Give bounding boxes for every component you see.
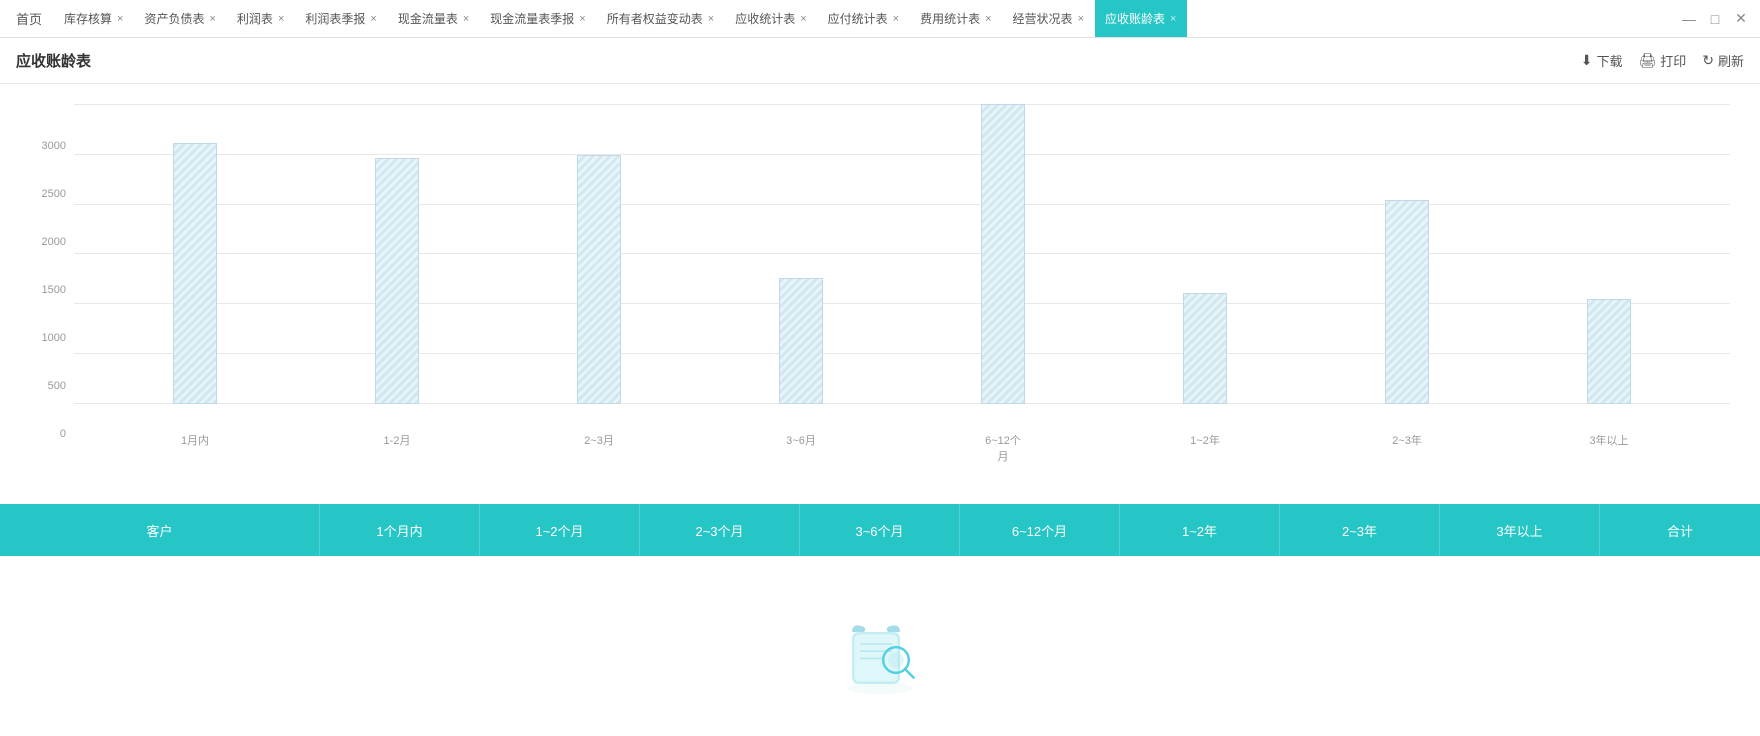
print-icon: 🖨 — [1638, 52, 1656, 69]
tab-profit[interactable]: 利润表 × — [227, 0, 295, 38]
close-icon[interactable]: × — [985, 13, 991, 25]
bar-5 — [1183, 293, 1227, 404]
x-label-2: 2~3月 — [577, 432, 621, 464]
th-2: 1~2个月 — [480, 504, 640, 556]
x-label-5: 1~2年 — [1183, 432, 1227, 464]
close-icon[interactable]: × — [370, 13, 376, 25]
tab-ar-aging[interactable]: 应收账龄表 × — [1095, 0, 1187, 38]
close-icon[interactable]: × — [463, 13, 469, 25]
th-1: 1个月内 — [320, 504, 480, 556]
close-icon[interactable]: × — [579, 13, 585, 25]
close-icon[interactable]: × — [209, 13, 215, 25]
th-5: 6~12个月 — [960, 504, 1120, 556]
header-actions: ⬇ 下载 🖨 打印 ↻ 刷新 — [1581, 51, 1744, 70]
y-label-3000: 3000 — [30, 140, 66, 152]
print-button[interactable]: 🖨 打印 — [1638, 51, 1686, 70]
x-label-4: 6~12个月 — [981, 432, 1025, 464]
download-button[interactable]: ⬇ 下载 — [1581, 51, 1623, 70]
th-3: 2~3个月 — [640, 504, 800, 556]
tab-ap-stats[interactable]: 应付统计表 × — [818, 0, 910, 38]
x-label-6: 2~3年 — [1385, 432, 1429, 464]
x-labels: 1月内 1-2月 2~3月 3~6月 6~12个月 1~2年 2~3年 3年以上 — [74, 432, 1730, 464]
bars-area — [74, 104, 1730, 404]
y-label-2000: 2000 — [30, 236, 66, 248]
th-4: 3~6个月 — [800, 504, 960, 556]
th-8: 3年以上 — [1440, 504, 1600, 556]
chart-section: 0 500 1000 1500 2000 2500 3000 — [0, 84, 1760, 504]
tab-cashflow[interactable]: 现金流量表 × — [388, 0, 480, 38]
close-button[interactable]: ✕ — [1732, 10, 1750, 28]
th-7: 2~3年 — [1280, 504, 1440, 556]
close-icon[interactable]: × — [278, 13, 284, 25]
bar-4 — [981, 104, 1025, 404]
close-icon[interactable]: × — [1078, 13, 1084, 25]
empty-icon — [830, 616, 930, 696]
chart-inner: 1月内 1-2月 2~3月 3~6月 6~12个月 1~2年 2~3年 3年以上 — [74, 104, 1730, 464]
page-title: 应收账龄表 — [16, 50, 91, 71]
close-icon[interactable]: × — [117, 13, 123, 25]
page-header: 应收账龄表 ⬇ 下载 🖨 打印 ↻ 刷新 — [0, 38, 1760, 84]
tab-expense-stats[interactable]: 费用统计表 × — [910, 0, 1002, 38]
bar-7 — [1587, 299, 1631, 404]
bar-2 — [577, 155, 621, 404]
chart-container: 0 500 1000 1500 2000 2500 3000 — [30, 104, 1730, 464]
y-label-1000: 1000 — [30, 332, 66, 344]
y-axis: 0 500 1000 1500 2000 2500 3000 — [30, 140, 66, 440]
main-content: 0 500 1000 1500 2000 2500 3000 — [0, 84, 1760, 736]
maximize-button[interactable]: □ — [1706, 10, 1724, 28]
th-9: 合计 — [1600, 504, 1760, 556]
tab-bar: 首页 库存核算 × 资产负债表 × 利润表 × 利润表季报 × 现金流量表 × … — [0, 0, 1760, 38]
bar-6 — [1385, 200, 1429, 404]
refresh-icon: ↻ — [1702, 52, 1714, 69]
close-icon[interactable]: × — [1170, 13, 1176, 25]
y-label-1500: 1500 — [30, 284, 66, 296]
tab-balance[interactable]: 资产负债表 × — [134, 0, 226, 38]
tab-ar-stats[interactable]: 应收统计表 × — [725, 0, 817, 38]
download-icon: ⬇ — [1581, 52, 1593, 69]
minimize-button[interactable]: — — [1680, 10, 1698, 28]
x-label-0: 1月内 — [173, 432, 217, 464]
tab-home[interactable]: 首页 — [4, 9, 54, 28]
close-icon[interactable]: × — [893, 13, 899, 25]
tab-equity[interactable]: 所有者权益变动表 × — [597, 0, 725, 38]
y-label-0: 0 — [30, 428, 66, 440]
close-icon[interactable]: × — [800, 13, 806, 25]
refresh-button[interactable]: ↻ 刷新 — [1702, 51, 1744, 70]
bar-1 — [375, 158, 419, 404]
empty-state — [0, 556, 1760, 736]
x-label-1: 1-2月 — [375, 432, 419, 464]
th-0: 客户 — [0, 504, 320, 556]
close-icon[interactable]: × — [708, 13, 714, 25]
table-header: 客户1个月内1~2个月2~3个月3~6个月6~12个月1~2年2~3年3年以上合… — [0, 504, 1760, 556]
x-label-3: 3~6月 — [779, 432, 823, 464]
bar-3 — [779, 278, 823, 404]
x-label-7: 3年以上 — [1587, 432, 1631, 464]
tab-cashflow-quarter[interactable]: 现金流量表季报 × — [480, 0, 596, 38]
y-label-500: 500 — [30, 380, 66, 392]
window-controls: — □ ✕ — [1680, 10, 1756, 28]
tab-operations[interactable]: 经营状况表 × — [1003, 0, 1095, 38]
bar-0 — [173, 143, 217, 404]
tab-inventory[interactable]: 库存核算 × — [54, 0, 134, 38]
th-6: 1~2年 — [1120, 504, 1280, 556]
tab-profit-quarter[interactable]: 利润表季报 × — [295, 0, 387, 38]
y-label-2500: 2500 — [30, 188, 66, 200]
